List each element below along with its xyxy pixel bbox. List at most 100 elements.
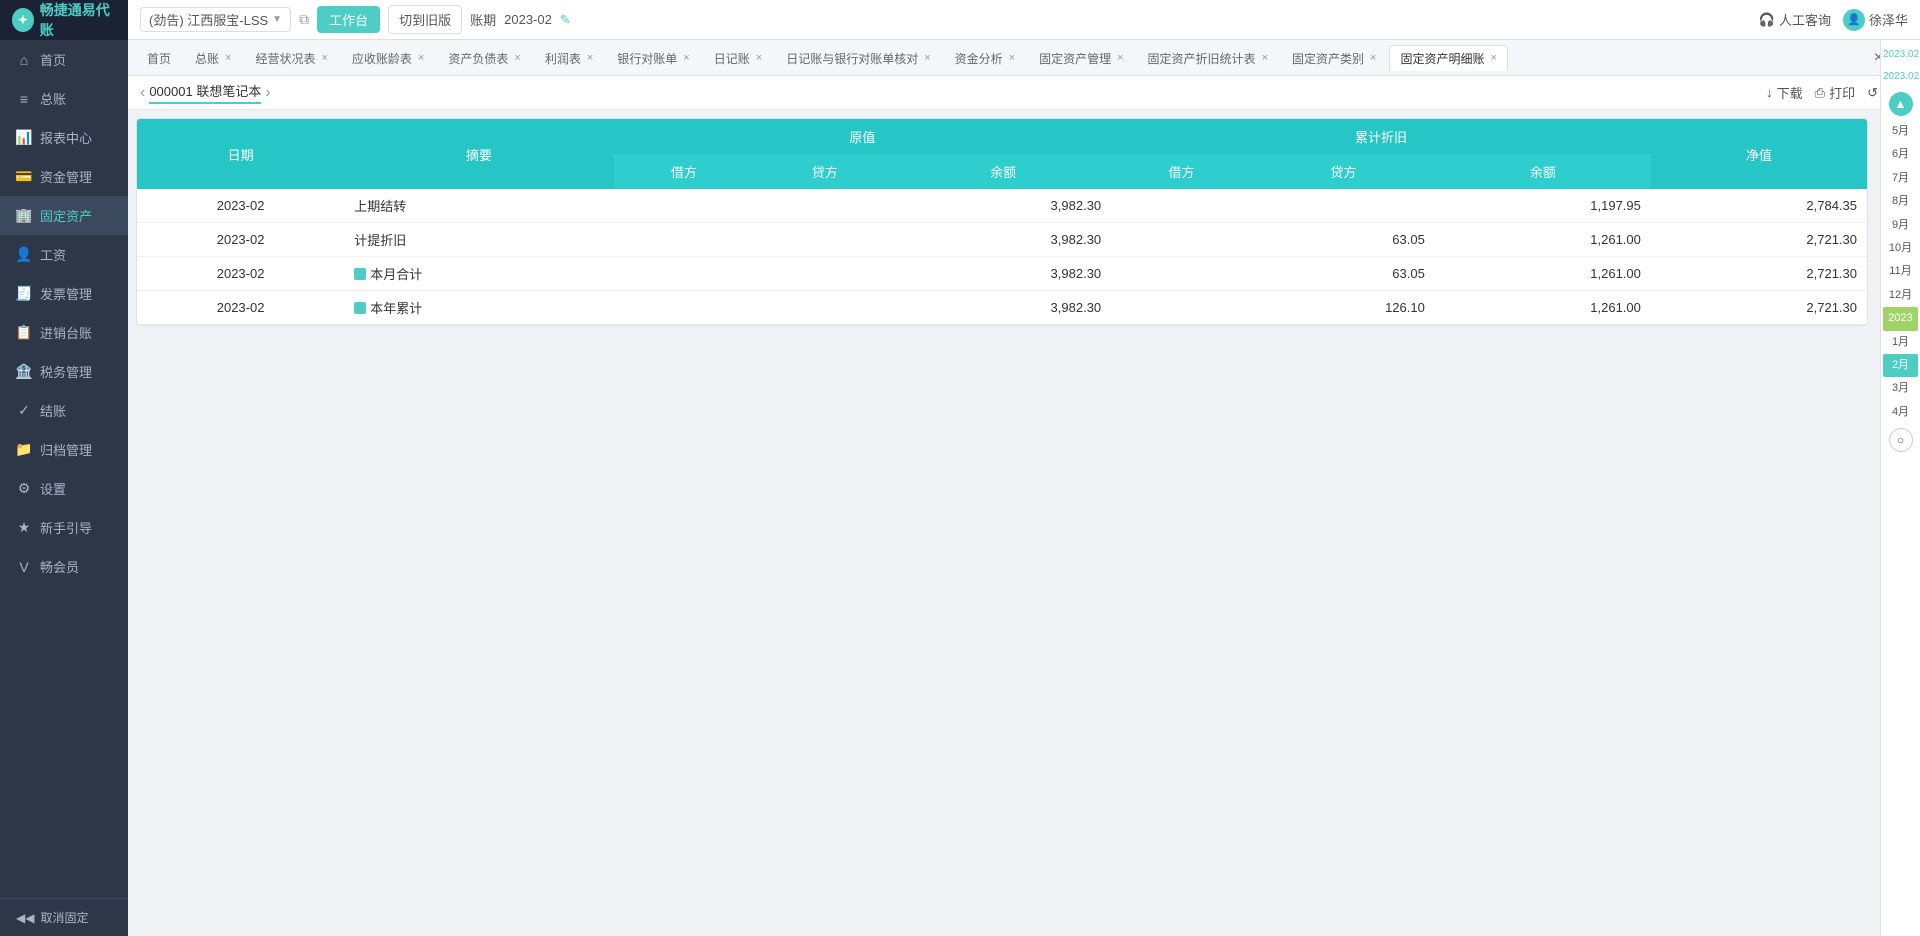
table-row: 2023-02 上期结转 3,982.30 1,197.95 2,784.35 [137,189,1867,223]
tab-fa-detail[interactable]: 固定资产明细账 × [1389,45,1507,71]
newbie-icon: ★ [16,520,32,536]
table-row: 2023-02 本月合计 3,982.30 63.05 1,261.00 2,7… [137,257,1867,291]
cell-accum-credit: 63.05 [1252,223,1435,257]
month-4[interactable]: 4月 [1881,401,1920,424]
tab-fa-depreciation[interactable]: 固定资产折旧统计表 × [1137,45,1279,71]
tab-fa-category-close[interactable]: × [1370,52,1376,64]
sidebar-item-newbie[interactable]: ★ 新手引导 [0,508,128,547]
scroll-down-button[interactable]: ○ [1889,428,1913,452]
cell-orig-balance: 3,982.30 [895,291,1111,325]
tab-fa-management[interactable]: 固定资产管理 × [1028,45,1134,71]
month-12[interactable]: 12月 [1881,284,1920,307]
sidebar-item-fixed-asset[interactable]: 🏢 固定资产 [0,196,128,235]
user-profile[interactable]: 👤 徐泽华 [1843,9,1908,31]
tab-reconcile[interactable]: 日记账与银行对账单核对 × [775,45,941,71]
sidebar-item-archive[interactable]: 📁 归档管理 [0,430,128,469]
month-7[interactable]: 7月 [1881,167,1920,190]
refresh-icon: ↺ [1867,85,1878,101]
company-selector[interactable]: (劲告) 江西服宝-LSS ▼ [140,7,291,32]
tab-fa-management-close[interactable]: × [1117,52,1123,64]
tab-fund-analysis-label: 资金分析 [955,50,1003,67]
tab-balance-sheet-close[interactable]: × [514,52,520,64]
tab-ledger-close[interactable]: × [225,52,231,64]
tab-ledger[interactable]: 总账 × [184,45,242,71]
month-10[interactable]: 10月 [1881,237,1920,260]
cell-abstract: 上期结转 [344,189,613,223]
tab-home-label: 首页 [147,50,171,67]
sidebar-item-home[interactable]: ⌂ 首页 [0,40,128,79]
sidebar-item-settlement[interactable]: ✓ 结账 [0,391,128,430]
cell-orig-balance: 3,982.30 [895,189,1111,223]
period-edit-icon[interactable]: ✎ [560,12,571,28]
month-5[interactable]: 5月 [1881,120,1920,143]
prev-nav-button[interactable]: ‹ [140,84,145,102]
report-icon: 📊 [16,130,32,146]
sidebar-item-tax[interactable]: 🏦 税务管理 [0,352,128,391]
sidebar-item-invoice[interactable]: 🧾 发票管理 [0,274,128,313]
month-3[interactable]: 3月 [1881,377,1920,400]
workbench-button[interactable]: 工作台 [317,6,380,33]
next-nav-button[interactable]: › [265,84,270,102]
sidebar-item-vip[interactable]: V 畅会员 [0,547,128,586]
unpin-button[interactable]: ◀◀ 取消固定 [0,898,128,936]
sidebar-item-sales[interactable]: 📋 进销台账 [0,313,128,352]
tab-home[interactable]: 首页 [136,45,182,71]
tab-fa-detail-close[interactable]: × [1490,52,1496,64]
fa-detail-table: 日期 摘要 原值 累计折旧 净值 借方 贷方 余额 借方 贷方 余额 2023- [137,119,1867,325]
tab-fa-depreciation-close[interactable]: × [1262,52,1268,64]
month-6[interactable]: 6月 [1881,143,1920,166]
download-button[interactable]: ↓ 下载 [1766,83,1803,102]
user-service-button[interactable]: 🎧 人工客询 [1759,10,1831,29]
cell-date: 2023-02 [137,291,344,325]
col-orig-credit: 贷方 [754,154,895,189]
company-name: (劲告) 江西服宝-LSS [149,10,268,29]
sidebar-item-label: 设置 [40,479,66,498]
col-orig-debit: 借方 [614,154,755,189]
sidebar-item-ledger[interactable]: ≡ 总账 [0,79,128,118]
month-11[interactable]: 11月 [1881,260,1920,283]
tab-fa-category[interactable]: 固定资产类别 × [1281,45,1387,71]
invoice-icon: 🧾 [16,286,32,302]
tab-income[interactable]: 利润表 × [534,45,604,71]
month-2-active[interactable]: 2月 [1883,354,1918,377]
tab-balance-sheet[interactable]: 资产负债表 × [437,45,531,71]
sidebar-item-fund[interactable]: 💳 资金管理 [0,157,128,196]
cell-orig-debit [614,291,755,325]
col-accum-credit: 贷方 [1252,154,1435,189]
tab-journal-close[interactable]: × [756,52,762,64]
month-1[interactable]: 1月 [1881,331,1920,354]
sidebar-item-label: 进销台账 [40,323,92,342]
tab-business-status[interactable]: 经营状况表 × [244,45,338,71]
copy-icon[interactable]: ⧉ [299,11,309,28]
tab-bank-statement-close[interactable]: × [683,52,689,64]
tab-journal[interactable]: 日记账 × [703,45,773,71]
topbar-right: 🎧 人工客询 👤 徐泽华 [1759,9,1908,31]
table-row: 2023-02 计提折旧 3,982.30 63.05 1,261.00 2,7… [137,223,1867,257]
sidebar-item-label: 发票管理 [40,284,92,303]
tab-fund-analysis-close[interactable]: × [1009,52,1015,64]
period-label-2: 2023.02 [1881,66,1920,88]
tab-ar-aging[interactable]: 应收账龄表 × [341,45,435,71]
cell-date: 2023-02 [137,189,344,223]
breadcrumb-current[interactable]: 000001 联想笔记本 [149,81,261,104]
scroll-up-button[interactable]: ▲ [1889,92,1913,116]
sidebar-item-settings[interactable]: ⚙ 设置 [0,469,128,508]
cell-abstract: 本年累计 [344,291,613,325]
print-button[interactable]: ⎙ 打印 [1815,83,1855,102]
cell-accum-debit [1111,189,1252,223]
switch-version-button[interactable]: 切到旧版 [388,5,462,34]
tab-bank-statement[interactable]: 银行对账单 × [606,45,700,71]
tab-income-close[interactable]: × [587,52,593,64]
sidebar-item-salary[interactable]: 👤 工资 [0,235,128,274]
sidebar-item-report[interactable]: 📊 报表中心 [0,118,128,157]
secondbar: ‹ 000001 联想笔记本 › ↓ 下载 ⎙ 打印 ↺ 刷新 [128,76,1920,110]
tab-fund-analysis[interactable]: 资金分析 × [944,45,1026,71]
cell-orig-credit [754,223,895,257]
sales-icon: 📋 [16,325,32,341]
tab-reconcile-close[interactable]: × [924,52,930,64]
month-9[interactable]: 9月 [1881,214,1920,237]
month-8[interactable]: 8月 [1881,190,1920,213]
tab-business-status-close[interactable]: × [321,52,327,64]
avatar-icon: 👤 [1843,9,1865,31]
tab-ar-aging-close[interactable]: × [418,52,424,64]
